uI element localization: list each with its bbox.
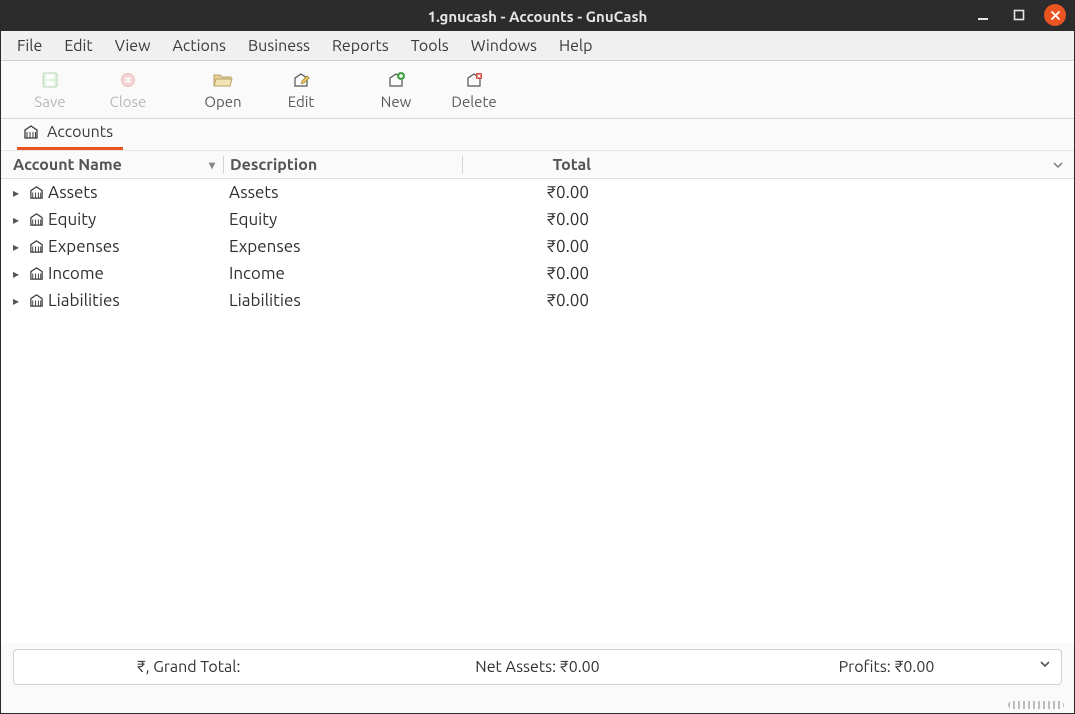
expander-icon[interactable]: ▸ [13, 213, 25, 227]
menu-view[interactable]: View [105, 33, 161, 59]
edit-label: Edit [288, 93, 315, 110]
statusbar[interactable]: ₹, Grand Total: Net Assets: ₹0.00 Profit… [13, 649, 1062, 685]
window-controls [972, 4, 1066, 26]
tabbar: Accounts [1, 119, 1074, 151]
menu-edit[interactable]: Edit [54, 33, 102, 59]
column-chooser-button[interactable] [1048, 155, 1068, 175]
open-button[interactable]: Open [184, 61, 262, 118]
expander-icon[interactable]: ▸ [13, 240, 25, 254]
delete-label: Delete [451, 93, 496, 110]
minimize-button[interactable] [972, 4, 994, 26]
account-description: Equity [223, 210, 461, 229]
col-description-label: Description [230, 156, 317, 174]
account-total: ₹0.00 [461, 291, 597, 310]
expander-icon[interactable]: ▸ [13, 294, 25, 308]
table-header: Account Name ▾ Description Total [1, 151, 1074, 179]
window-title: 1.gnucash - Accounts - GnuCash [1, 8, 1074, 25]
account-description: Expenses [223, 237, 461, 256]
account-name: Expenses [48, 237, 119, 256]
menu-help[interactable]: Help [549, 33, 603, 59]
save-label: Save [34, 93, 65, 110]
status-net-assets: Net Assets: ₹0.00 [363, 658, 712, 676]
table-row[interactable]: ▸ Liabilities Liabilities ₹0.00 [1, 287, 1074, 314]
building-icon [29, 212, 44, 227]
resize-grip-icon[interactable] [1008, 701, 1064, 709]
table-row[interactable]: ▸ Equity Equity ₹0.00 [1, 206, 1074, 233]
status-dropdown-icon[interactable] [1039, 658, 1051, 673]
col-total[interactable]: Total [463, 156, 599, 174]
menubar: File Edit View Actions Business Reports … [1, 31, 1074, 61]
account-total: ₹0.00 [461, 210, 597, 229]
table-row[interactable]: ▸ Income Income ₹0.00 [1, 260, 1074, 287]
close-label: Close [110, 93, 147, 110]
status-profits: Profits: ₹0.00 [712, 658, 1061, 676]
folder-open-icon [213, 70, 233, 90]
tab-label: Accounts [47, 123, 113, 141]
building-icon [23, 124, 39, 140]
building-plus-icon [387, 70, 405, 90]
menu-reports[interactable]: Reports [322, 33, 399, 59]
toolbar: Save Close Open Edit [1, 61, 1074, 119]
new-button[interactable]: New [357, 61, 435, 118]
sort-indicator-icon: ▾ [209, 158, 215, 172]
building-delete-icon [465, 70, 483, 90]
account-total: ₹0.00 [461, 264, 597, 283]
col-total-label: Total [553, 156, 591, 174]
table-row[interactable]: ▸ Assets Assets ₹0.00 [1, 179, 1074, 206]
building-edit-icon [292, 70, 310, 90]
app-window: 1.gnucash - Accounts - GnuCash File Edit… [0, 0, 1075, 714]
status-grand-total: ₹, Grand Total: [14, 658, 363, 676]
menu-windows[interactable]: Windows [461, 33, 547, 59]
menu-actions[interactable]: Actions [163, 33, 236, 59]
building-icon [29, 239, 44, 254]
account-name: Assets [48, 183, 97, 202]
col-description[interactable]: Description [224, 156, 462, 174]
menu-business[interactable]: Business [238, 33, 320, 59]
save-button[interactable]: Save [11, 61, 89, 118]
account-name: Equity [48, 210, 96, 229]
account-name: Income [48, 264, 104, 283]
titlebar: 1.gnucash - Accounts - GnuCash [1, 1, 1074, 31]
account-description: Assets [223, 183, 461, 202]
close-window-button[interactable] [1044, 4, 1066, 26]
account-total: ₹0.00 [461, 237, 597, 256]
menu-file[interactable]: File [7, 33, 52, 59]
col-account-name[interactable]: Account Name ▾ [13, 156, 223, 174]
menu-tools[interactable]: Tools [401, 33, 459, 59]
expander-icon[interactable]: ▸ [13, 267, 25, 281]
account-description: Liabilities [223, 291, 461, 310]
floppy-icon [41, 70, 59, 90]
account-description: Income [223, 264, 461, 283]
building-icon [29, 293, 44, 308]
building-icon [29, 185, 44, 200]
maximize-button[interactable] [1008, 4, 1030, 26]
account-name: Liabilities [48, 291, 120, 310]
tab-accounts[interactable]: Accounts [17, 119, 123, 150]
edit-button[interactable]: Edit [262, 61, 340, 118]
close-tab-button[interactable]: Close [89, 61, 167, 118]
close-icon [120, 70, 136, 90]
account-total: ₹0.00 [461, 183, 597, 202]
window-footer [1, 693, 1074, 713]
col-account-name-label: Account Name [13, 156, 122, 174]
building-icon [29, 266, 44, 281]
account-tree[interactable]: ▸ Assets Assets ₹0.00 ▸ Equity Equity ₹0… [1, 179, 1074, 643]
new-label: New [381, 93, 412, 110]
open-label: Open [204, 93, 241, 110]
delete-button[interactable]: Delete [435, 61, 513, 118]
expander-icon[interactable]: ▸ [13, 186, 25, 200]
table-row[interactable]: ▸ Expenses Expenses ₹0.00 [1, 233, 1074, 260]
